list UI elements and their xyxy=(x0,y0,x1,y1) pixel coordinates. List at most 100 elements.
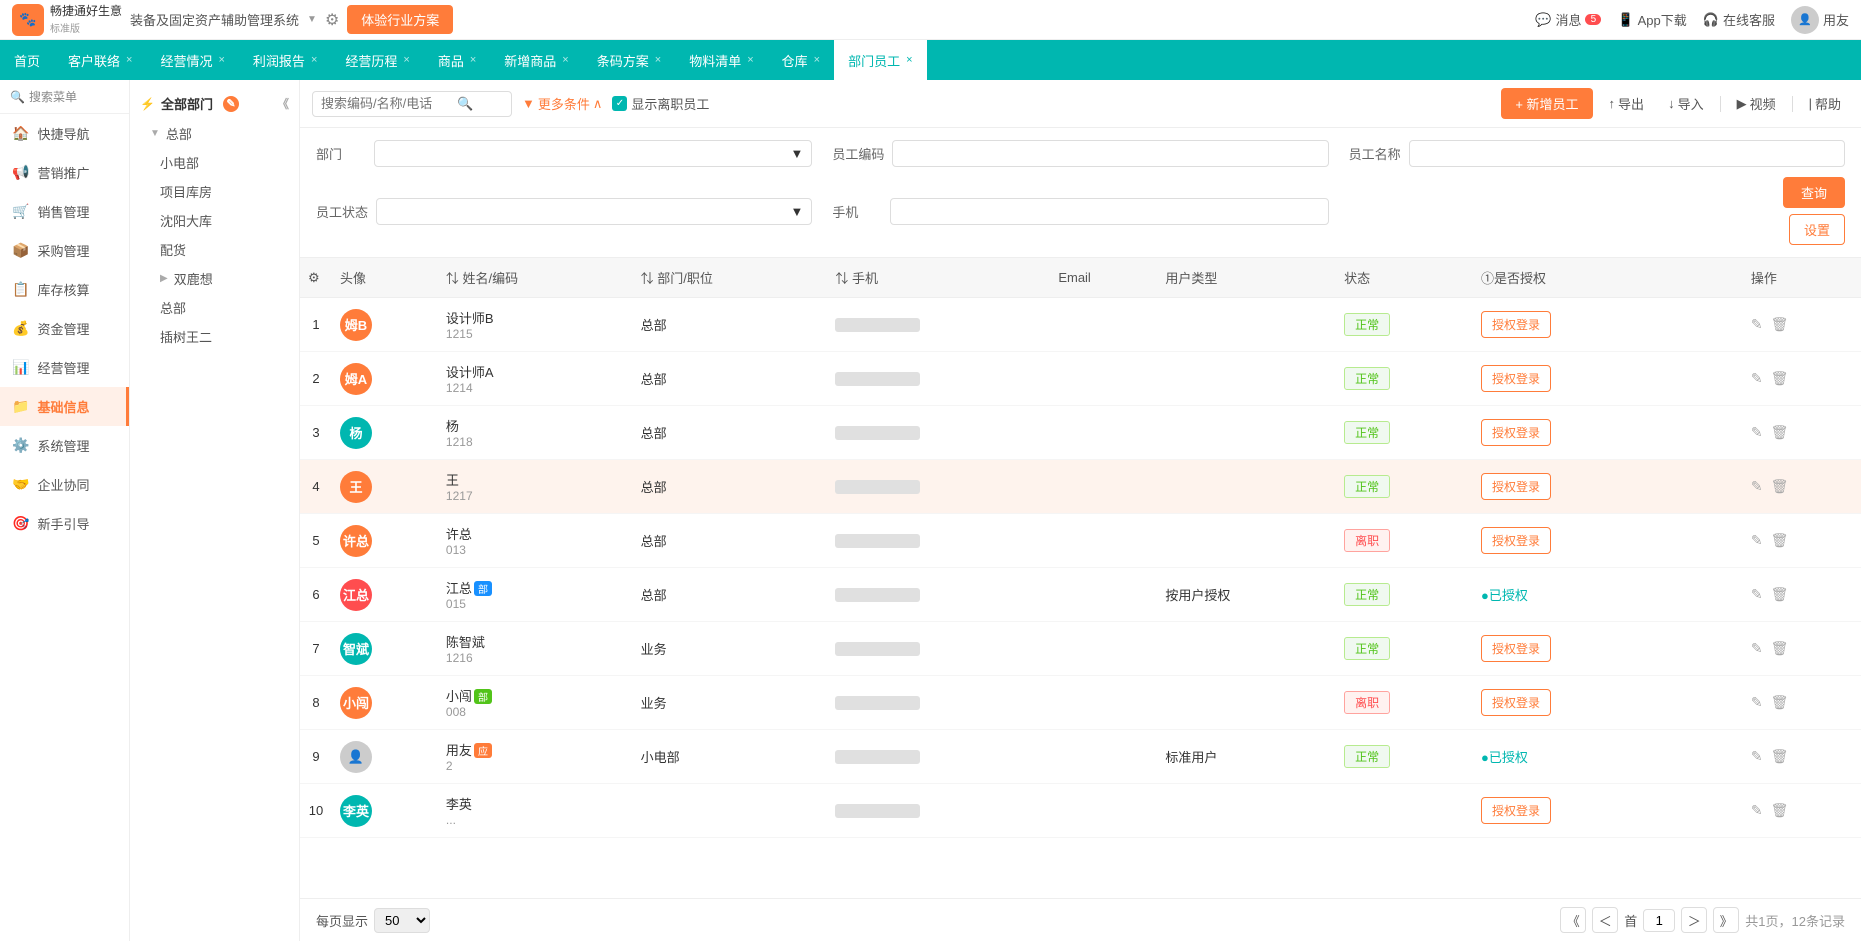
sidebar-item-purchase[interactable]: 📦 采购管理 xyxy=(0,231,129,270)
first-page-btn[interactable]: 《 xyxy=(1560,907,1586,933)
sidebar-item-finance[interactable]: 💰 资金管理 xyxy=(0,309,129,348)
auth-login-btn[interactable]: 授权登录 xyxy=(1481,365,1551,392)
tab-goods-close[interactable]: × xyxy=(470,54,476,66)
edit-icon[interactable]: ✎ xyxy=(1751,370,1763,387)
last-page-btn[interactable]: 》 xyxy=(1713,907,1739,933)
dept-item-delivery[interactable]: 配货 xyxy=(130,235,299,264)
user-menu-button[interactable]: 👤 用友 xyxy=(1791,6,1849,34)
form-empcode-input[interactable] xyxy=(892,140,1328,167)
delete-icon[interactable]: 🗑 xyxy=(1771,424,1789,441)
app-download-button[interactable]: 📱 App下载 xyxy=(1617,10,1686,29)
tab-bom-close[interactable]: × xyxy=(747,54,753,66)
add-employee-button[interactable]: + 新增员工 xyxy=(1501,88,1592,119)
tab-history-close[interactable]: × xyxy=(403,54,409,66)
delete-icon[interactable]: 🗑 xyxy=(1771,532,1789,549)
tab-operation[interactable]: 经营情况 × xyxy=(146,40,238,80)
sidebar-item-operation-mgmt[interactable]: 📊 经营管理 xyxy=(0,348,129,387)
tab-dept-employee[interactable]: 部门员工 × xyxy=(834,40,926,80)
delete-icon[interactable]: 🗑 xyxy=(1771,802,1789,819)
form-status-select[interactable]: ▼ xyxy=(376,198,812,225)
tab-customer-close[interactable]: × xyxy=(126,54,132,66)
dept-tree-collapse-btn[interactable]: 《 xyxy=(277,95,289,112)
tab-barcode[interactable]: 条码方案 × xyxy=(583,40,675,80)
more-conditions-btn[interactable]: ▼ 更多条件 ∧ xyxy=(522,94,602,113)
export-button[interactable]: ↑ 导出 xyxy=(1601,90,1653,117)
sidebar-item-inventory[interactable]: 📋 库存核算 xyxy=(0,270,129,309)
row-auth[interactable]: 授权登录 xyxy=(1473,298,1663,352)
page-size-select[interactable]: 50 100 xyxy=(374,908,430,933)
auth-login-btn[interactable]: 授权登录 xyxy=(1481,527,1551,554)
video-button[interactable]: ▶ 视频 xyxy=(1729,90,1784,117)
tab-new-goods-close[interactable]: × xyxy=(562,54,568,66)
delete-icon[interactable]: 🗑 xyxy=(1771,694,1789,711)
sidebar-item-guide[interactable]: 🎯 新手引导 xyxy=(0,504,129,543)
sidebar-item-sales[interactable]: 🛒 销售管理 xyxy=(0,192,129,231)
tab-dept-employee-close[interactable]: × xyxy=(906,54,912,66)
row-auth[interactable]: 授权登录 xyxy=(1473,352,1663,406)
tab-barcode-close[interactable]: × xyxy=(655,54,661,66)
edit-icon[interactable]: ✎ xyxy=(1751,694,1763,711)
tab-customer[interactable]: 客户联络 × xyxy=(54,40,146,80)
dept-item-xiaodian[interactable]: 小电部 xyxy=(130,148,299,177)
row-auth[interactable]: 授权登录 xyxy=(1473,514,1663,568)
delete-icon[interactable]: 🗑 xyxy=(1771,370,1789,387)
row-auth[interactable]: 授权登录 xyxy=(1473,784,1663,838)
delete-icon[interactable]: 🗑 xyxy=(1771,748,1789,765)
help-button[interactable]: | 帮助 xyxy=(1801,90,1849,117)
show-resigned-checkbox[interactable]: ✓ xyxy=(612,96,627,111)
edit-icon[interactable]: ✎ xyxy=(1751,640,1763,657)
auth-login-btn[interactable]: 授权登录 xyxy=(1481,635,1551,662)
delete-icon[interactable]: 🗑 xyxy=(1771,316,1789,333)
edit-icon[interactable]: ✎ xyxy=(1751,316,1763,333)
dept-item-shenyang[interactable]: 沈阳大库 xyxy=(130,206,299,235)
search-button[interactable]: 查询 xyxy=(1783,177,1845,208)
sidebar-item-basic-info[interactable]: 📁 基础信息 xyxy=(0,387,129,426)
page-input[interactable] xyxy=(1643,909,1675,932)
edit-icon[interactable]: ✎ xyxy=(1751,748,1763,765)
tab-goods[interactable]: 商品 × xyxy=(424,40,490,80)
show-resigned-toggle[interactable]: ✓ 显示离职员工 xyxy=(612,94,709,113)
next-page-btn[interactable]: ＞ xyxy=(1681,907,1707,933)
sidebar-item-system[interactable]: ⚙️ 系统管理 xyxy=(0,426,129,465)
import-button[interactable]: ↓ 导入 xyxy=(1660,90,1712,117)
dept-item-shuanglu[interactable]: ▶ 双鹿想 xyxy=(130,264,299,293)
tab-new-goods[interactable]: 新增商品 × xyxy=(490,40,582,80)
edit-icon[interactable]: ✎ xyxy=(1751,424,1763,441)
message-button[interactable]: 💬 消息 5 xyxy=(1535,10,1601,29)
row-auth[interactable]: 授权登录 xyxy=(1473,406,1663,460)
edit-icon[interactable]: ✎ xyxy=(1751,478,1763,495)
sidebar-item-quick-nav[interactable]: 🏠 快捷导航 xyxy=(0,114,129,153)
prev-page-btn[interactable]: ＜ xyxy=(1592,907,1618,933)
form-phone-input[interactable] xyxy=(890,198,1328,225)
tab-bom[interactable]: 物料清单 × xyxy=(675,40,767,80)
tab-profit[interactable]: 利润报告 × xyxy=(239,40,331,80)
dept-item-project[interactable]: 项目库房 xyxy=(130,177,299,206)
edit-icon[interactable]: ✎ xyxy=(1751,586,1763,603)
reset-button[interactable]: 设置 xyxy=(1789,214,1845,245)
sys-dropdown-icon[interactable]: ▼ xyxy=(307,14,317,25)
delete-icon[interactable]: 🗑 xyxy=(1771,478,1789,495)
edit-icon[interactable]: ✎ xyxy=(1751,532,1763,549)
tab-home[interactable]: 首页 xyxy=(0,40,54,80)
tab-warehouse-close[interactable]: × xyxy=(814,54,820,66)
form-empname-input[interactable] xyxy=(1409,140,1845,167)
tab-operation-close[interactable]: × xyxy=(218,54,224,66)
tab-warehouse[interactable]: 仓库 × xyxy=(768,40,834,80)
sidebar-search[interactable]: 🔍 搜索菜单 xyxy=(0,80,129,114)
row-auth[interactable]: 授权登录 xyxy=(1473,460,1663,514)
edit-icon[interactable]: ✎ xyxy=(1751,802,1763,819)
delete-icon[interactable]: 🗑 xyxy=(1771,640,1789,657)
search-input[interactable] xyxy=(321,96,451,111)
online-service-button[interactable]: 🎧 在线客服 xyxy=(1703,10,1775,29)
dept-item-hq[interactable]: 总部 xyxy=(130,293,299,322)
auth-login-btn[interactable]: 授权登录 xyxy=(1481,311,1551,338)
sidebar-item-marketing[interactable]: 📢 营销推广 xyxy=(0,153,129,192)
try-industry-button[interactable]: 体验行业方案 xyxy=(347,5,453,34)
form-dept-select[interactable]: ▼ xyxy=(374,140,812,167)
auth-login-btn[interactable]: 授权登录 xyxy=(1481,419,1551,446)
dept-item-chashuwang[interactable]: 插树王二 xyxy=(130,322,299,351)
gear-icon[interactable]: ⚙ xyxy=(325,10,339,30)
col-settings[interactable]: ⚙ xyxy=(300,258,332,298)
row-auth[interactable]: 授权登录 xyxy=(1473,676,1663,730)
auth-login-btn[interactable]: 授权登录 xyxy=(1481,689,1551,716)
